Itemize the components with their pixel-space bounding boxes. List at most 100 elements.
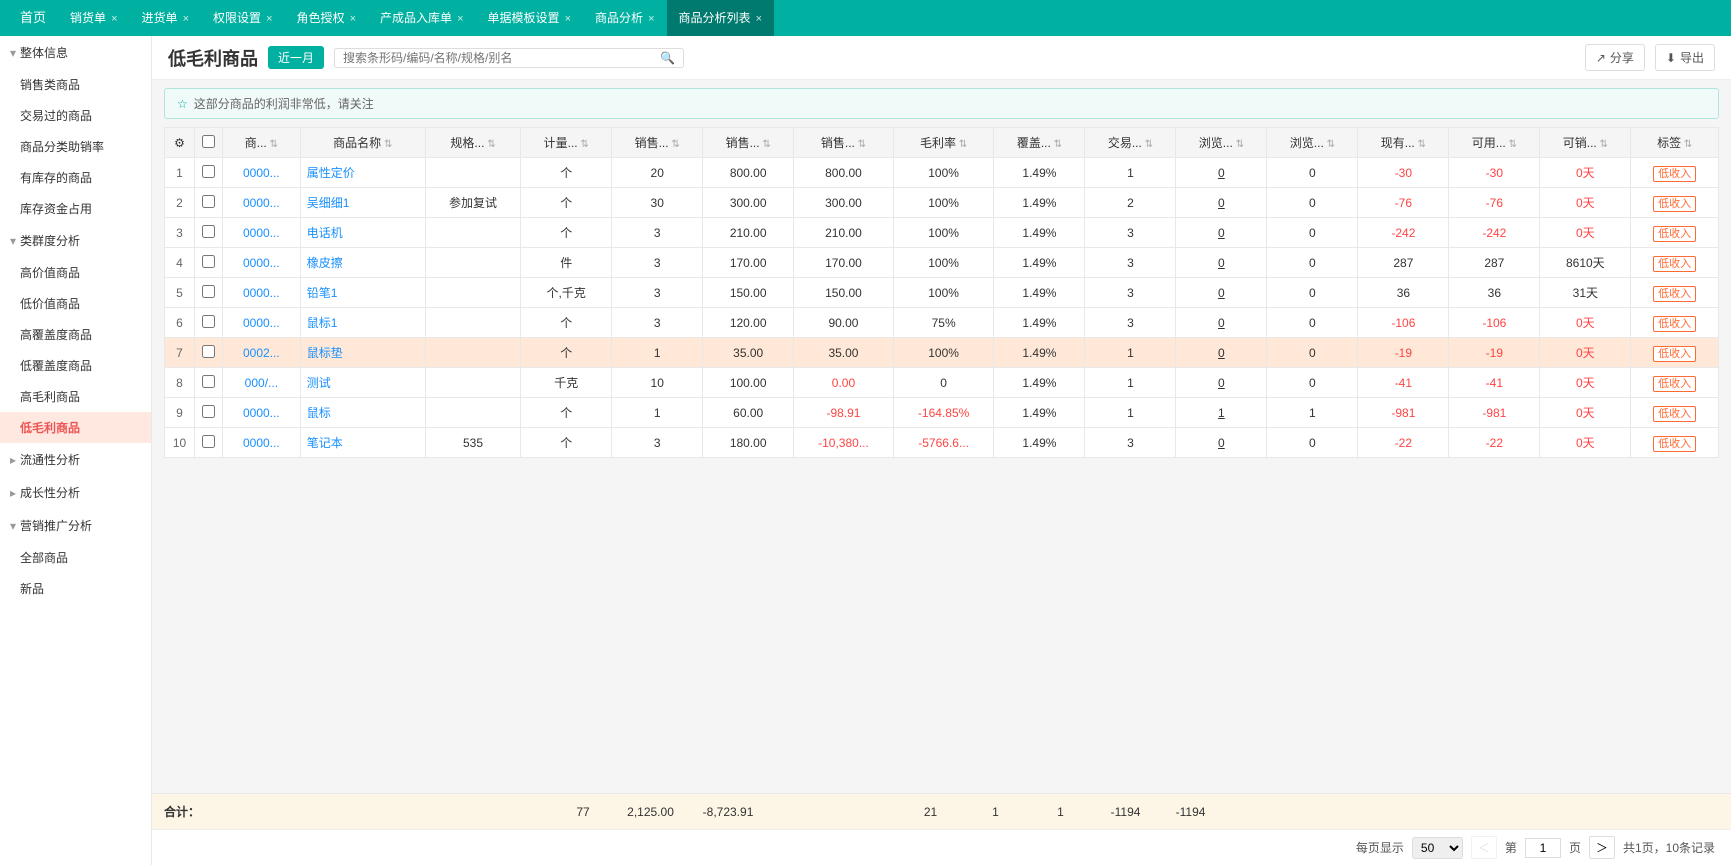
cell-name[interactable]: 鼠标1 (300, 308, 425, 338)
search-input[interactable] (343, 51, 660, 65)
row-checkbox[interactable] (202, 285, 215, 298)
nav-close-roles[interactable]: × (347, 13, 356, 25)
cell-v7[interactable]: 0 (1176, 338, 1267, 368)
row-checkbox[interactable] (202, 195, 215, 208)
sidebar-item-new-goods[interactable]: 新品 (0, 573, 151, 604)
cell-v7[interactable]: 0 (1176, 428, 1267, 458)
col-margin-header[interactable]: 毛利率 ⇅ (893, 128, 994, 158)
cell-checkbox[interactable] (195, 428, 223, 458)
sidebar-group-growth[interactable]: ▸ 成长性分析 (0, 476, 151, 509)
search-icon[interactable]: 🔍 (660, 51, 675, 65)
sidebar-group-marketing[interactable]: ▾ 营销推广分析 (0, 509, 151, 542)
page-input[interactable] (1525, 838, 1561, 858)
cell-checkbox[interactable] (195, 338, 223, 368)
col-sales2-header[interactable]: 销售... ⇅ (703, 128, 794, 158)
nav-close-products[interactable]: × (454, 13, 463, 25)
cell-v7[interactable]: 0 (1176, 188, 1267, 218)
row-checkbox[interactable] (202, 255, 215, 268)
sidebar-item-low-value[interactable]: 低价值商品 (0, 288, 151, 319)
filter-button[interactable]: 近一月 (268, 46, 324, 69)
col-available-header[interactable]: 可用... ⇅ (1449, 128, 1540, 158)
col-sellable-header[interactable]: 可销... ⇅ (1540, 128, 1631, 158)
col-settings[interactable]: ⚙ (165, 128, 195, 158)
cell-name[interactable]: 吴细细1 (300, 188, 425, 218)
sidebar-item-low-coverage[interactable]: 低覆盖度商品 (0, 350, 151, 381)
prev-page-button[interactable]: ＜ (1471, 836, 1497, 859)
export-button[interactable]: ⬇ 导出 (1655, 44, 1715, 71)
col-browse1-header[interactable]: 浏览... ⇅ (1176, 128, 1267, 158)
cell-name[interactable]: 橡皮擦 (300, 248, 425, 278)
cell-v7[interactable]: 0 (1176, 158, 1267, 188)
sidebar-item-high-margin[interactable]: 高毛利商品 (0, 381, 151, 412)
nav-close-analysis[interactable]: × (645, 13, 654, 25)
cell-checkbox[interactable] (195, 308, 223, 338)
nav-home[interactable]: 首页 (8, 0, 58, 36)
nav-purchase[interactable]: 进货单 × (130, 0, 202, 36)
row-checkbox[interactable] (202, 345, 215, 358)
col-spec-header[interactable]: 规格... ⇅ (425, 128, 520, 158)
nav-sales[interactable]: 销货单 × (58, 0, 130, 36)
col-stock-header[interactable]: 现有... ⇅ (1358, 128, 1449, 158)
col-name-header[interactable]: 商品名称 ⇅ (300, 128, 425, 158)
row-checkbox[interactable] (202, 165, 215, 178)
row-checkbox[interactable] (202, 225, 215, 238)
cell-name[interactable]: 笔记本 (300, 428, 425, 458)
sidebar-group-cluster[interactable]: ▾ 类群度分析 (0, 224, 151, 257)
sidebar-item-capital[interactable]: 库存资金占用 (0, 193, 151, 224)
cell-checkbox[interactable] (195, 248, 223, 278)
col-trade-header[interactable]: 交易... ⇅ (1085, 128, 1176, 158)
row-checkbox[interactable] (202, 375, 215, 388)
col-checkbox[interactable] (195, 128, 223, 158)
nav-close-permissions[interactable]: × (263, 13, 272, 25)
row-checkbox[interactable] (202, 315, 215, 328)
nav-close-templates[interactable]: × (562, 13, 571, 25)
cell-checkbox[interactable] (195, 218, 223, 248)
select-all-checkbox[interactable] (202, 135, 215, 148)
next-page-button[interactable]: ＞ (1589, 836, 1615, 859)
cell-name[interactable]: 鼠标 (300, 398, 425, 428)
cell-v7[interactable]: 0 (1176, 368, 1267, 398)
share-button[interactable]: ↗ 分享 (1585, 44, 1645, 71)
sidebar-item-low-margin[interactable]: 低毛利商品 (0, 412, 151, 443)
cell-v7[interactable]: 1 (1176, 398, 1267, 428)
cell-checkbox[interactable] (195, 368, 223, 398)
nav-close-purchase[interactable]: × (180, 13, 189, 25)
per-page-select[interactable]: 20 50 100 (1412, 837, 1463, 859)
sidebar-item-traded-goods[interactable]: 交易过的商品 (0, 100, 151, 131)
sidebar-item-sales-goods[interactable]: 销售类商品 (0, 69, 151, 100)
nav-close-analysis-list[interactable]: × (753, 13, 762, 25)
sidebar-group-overall[interactable]: ▾ 整体信息 (0, 36, 151, 69)
row-checkbox[interactable] (202, 435, 215, 448)
col-coverage-header[interactable]: 覆盖... ⇅ (994, 128, 1085, 158)
cell-name[interactable]: 电话机 (300, 218, 425, 248)
col-sales3-header[interactable]: 销售... ⇅ (794, 128, 894, 158)
row-checkbox[interactable] (202, 405, 215, 418)
sidebar-item-high-coverage[interactable]: 高覆盖度商品 (0, 319, 151, 350)
nav-close-sales[interactable]: × (108, 13, 117, 25)
cell-name[interactable]: 铅笔1 (300, 278, 425, 308)
cell-v7[interactable]: 0 (1176, 248, 1267, 278)
nav-products[interactable]: 产成品入库单 × (368, 0, 476, 36)
cell-name[interactable]: 鼠标垫 (300, 338, 425, 368)
table-wrapper[interactable]: ⚙ 商... ⇅ 商品名称 ⇅ 规格... ⇅ 计量... ⇅ 销售... ⇅ … (164, 127, 1719, 793)
cell-v7[interactable]: 0 (1176, 218, 1267, 248)
cell-checkbox[interactable] (195, 398, 223, 428)
sidebar-item-high-value[interactable]: 高价值商品 (0, 257, 151, 288)
cell-checkbox[interactable] (195, 188, 223, 218)
nav-permissions[interactable]: 权限设置 × (201, 0, 285, 36)
cell-checkbox[interactable] (195, 158, 223, 188)
nav-goods-analysis[interactable]: 商品分析 × (583, 0, 667, 36)
sidebar-item-inventory-goods[interactable]: 有库存的商品 (0, 162, 151, 193)
cell-name[interactable]: 测试 (300, 368, 425, 398)
cell-name[interactable]: 属性定价 (300, 158, 425, 188)
nav-templates[interactable]: 单据模板设置 × (476, 0, 584, 36)
col-tag-header[interactable]: 标签 ⇅ (1631, 128, 1719, 158)
search-box[interactable]: 🔍 (334, 48, 684, 68)
col-unit-header[interactable]: 计量... ⇅ (521, 128, 612, 158)
cell-checkbox[interactable] (195, 278, 223, 308)
cell-v7[interactable]: 0 (1176, 308, 1267, 338)
sidebar-group-liquidity[interactable]: ▸ 流通性分析 (0, 443, 151, 476)
nav-goods-analysis-list[interactable]: 商品分析列表 × (667, 0, 775, 36)
sidebar-item-all-goods[interactable]: 全部商品 (0, 542, 151, 573)
nav-roles[interactable]: 角色授权 × (285, 0, 369, 36)
